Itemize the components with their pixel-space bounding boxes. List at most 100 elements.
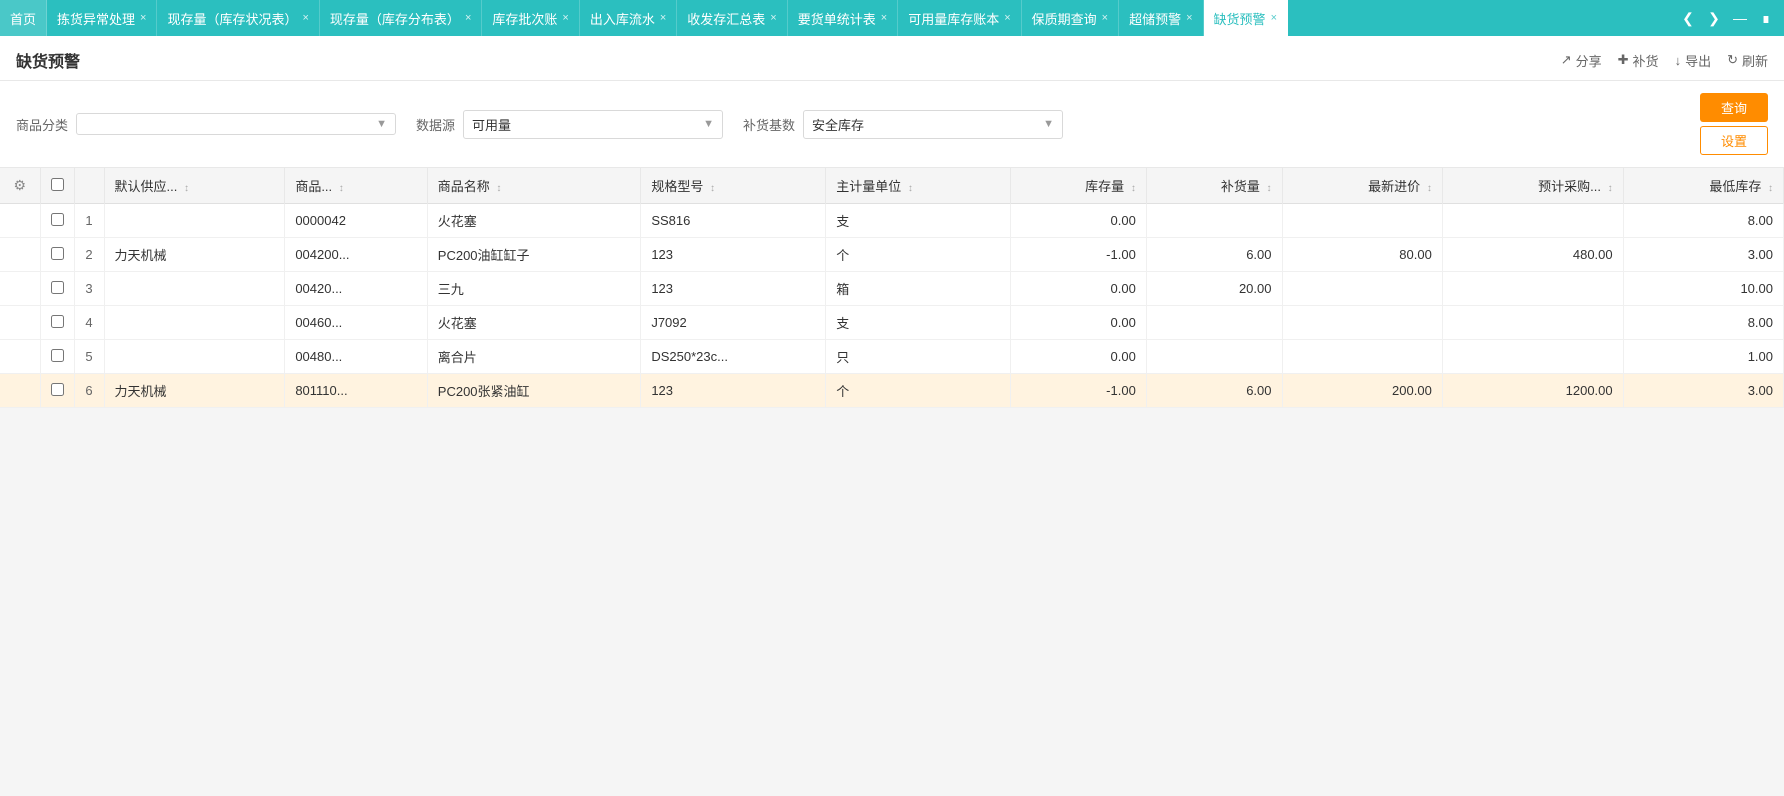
datasource-arrow-icon: ▼ [703,118,714,130]
table-row: 1 0000042 火花塞 SS816 支 0.00 8.00 [0,204,1784,238]
column-unit[interactable]: 主计量单位 ↕ [826,168,1011,204]
datasource-filter-group: 数据源 可用量 ▼ [416,110,723,139]
filter-bar: 商品分类 ▼ 数据源 可用量 ▼ 补货基数 安全库存 ▼ 查询 设置 [0,81,1784,168]
row-checkbox-cell[interactable] [40,204,74,238]
query-button[interactable]: 查询 [1700,93,1768,122]
close-tab-icon[interactable]: × [1186,12,1192,24]
row-est-purchase [1442,272,1623,306]
filter-actions: 查询 设置 [1700,93,1768,155]
col-est-purchase-label: 预计采购... [1538,179,1601,194]
close-tab-icon[interactable]: × [302,12,308,24]
settings-button[interactable]: 设置 [1700,126,1768,155]
row-number: 5 [74,340,104,374]
gear-icon[interactable]: ⚙ [13,177,26,193]
row-checkbox-cell[interactable] [40,306,74,340]
col-product-code-label: 商品... [295,179,332,194]
row-checkbox[interactable] [51,213,64,226]
nav-tab-inventory-status[interactable]: 现存量（库存状况表）× [157,0,319,36]
column-checkbox-all[interactable] [40,168,74,204]
table-header-row: ⚙ 默认供应... ↕ 商品... ↕ 商品名称 [0,168,1784,204]
close-tab-icon[interactable]: × [562,12,568,24]
column-product-name[interactable]: 商品名称 ↕ [427,168,641,204]
row-latest-price: 80.00 [1282,238,1442,272]
nav-next-button[interactable]: ❯ [1702,6,1726,30]
row-checkbox-cell[interactable] [40,238,74,272]
row-checkbox[interactable] [51,247,64,260]
select-all-checkbox[interactable] [51,178,64,191]
row-checkbox-cell[interactable] [40,272,74,306]
close-tab-icon[interactable]: × [1004,12,1010,24]
column-stock[interactable]: 库存量 ↕ [1011,168,1147,204]
nav-tab-abnormal[interactable]: 拣货异常处理× [47,0,157,36]
nav-tab-collect-summary[interactable]: 收发存汇总表× [677,0,787,36]
row-latest-price: 200.00 [1282,374,1442,408]
column-settings[interactable]: ⚙ [0,168,40,204]
row-replenish-qty [1146,306,1282,340]
row-unit: 支 [826,204,1011,238]
nav-tab-home[interactable]: 首页 [0,0,47,36]
column-latest-price[interactable]: 最新进价 ↕ [1282,168,1442,204]
column-default-supplier[interactable]: 默认供应... ↕ [104,168,285,204]
column-spec[interactable]: 规格型号 ↕ [641,168,826,204]
row-checkbox-cell[interactable] [40,340,74,374]
row-replenish-qty [1146,340,1282,374]
sort-latest-price-icon: ↕ [1427,183,1432,194]
row-unit: 箱 [826,272,1011,306]
column-min-stock[interactable]: 最低库存 ↕ [1623,168,1783,204]
col-product-name-label: 商品名称 [438,179,490,194]
nav-tab-expiry[interactable]: 保质期查询× [1022,0,1119,36]
nav-maximize-button[interactable]: ∎ [1754,6,1778,30]
refresh-button[interactable]: ↻ 刷新 [1727,51,1768,70]
replenish-icon: ✚ [1618,52,1629,68]
export-button[interactable]: ↓ 导出 [1675,51,1712,70]
nav-tab-order-stats[interactable]: 要货单统计表× [788,0,898,36]
close-tab-icon[interactable]: × [660,12,666,24]
nav-tab-inout-flow[interactable]: 出入库流水× [580,0,677,36]
share-icon: ↗ [1561,52,1572,68]
main-content: 缺货预警 ↗ 分享 ✚ 补货 ↓ 导出 ↻ 刷新 商品分类 [0,36,1784,408]
column-product-code[interactable]: 商品... ↕ [285,168,427,204]
category-select[interactable]: ▼ [76,113,396,135]
row-checkbox-cell[interactable] [40,374,74,408]
nav-minimize-button[interactable]: — [1728,6,1752,30]
sort-product-name-icon: ↕ [496,183,501,194]
nav-tab-available-ledger[interactable]: 可用量库存账本× [898,0,1021,36]
refresh-label: 刷新 [1742,51,1768,70]
close-tab-icon[interactable]: × [140,12,146,24]
close-tab-icon[interactable]: × [770,12,776,24]
row-number: 2 [74,238,104,272]
datasource-select[interactable]: 可用量 ▼ [463,110,723,139]
close-tab-icon[interactable]: × [465,12,471,24]
replenish-base-select[interactable]: 安全库存 ▼ [803,110,1063,139]
category-label: 商品分类 [16,115,68,134]
nav-prev-button[interactable]: ❮ [1676,6,1700,30]
replenish-base-filter-group: 补货基数 安全库存 ▼ [743,110,1063,139]
row-min-stock: 8.00 [1623,204,1783,238]
share-button[interactable]: ↗ 分享 [1561,51,1602,70]
row-checkbox[interactable] [51,281,64,294]
nav-tab-shortage[interactable]: 缺货预警× [1204,0,1288,36]
row-est-purchase [1442,204,1623,238]
replenish-button[interactable]: ✚ 补货 [1618,51,1659,70]
close-tab-icon[interactable]: × [1271,12,1277,24]
nav-tab-overstock[interactable]: 超储预警× [1119,0,1203,36]
nav-tab-batch[interactable]: 库存批次账× [482,0,579,36]
row-min-stock: 8.00 [1623,306,1783,340]
page-title: 缺货预警 [16,48,80,72]
row-default-supplier: 力天机械 [104,238,285,272]
column-replenish-qty[interactable]: 补货量 ↕ [1146,168,1282,204]
close-tab-icon[interactable]: × [881,12,887,24]
row-product-code: 004200... [285,238,427,272]
close-tab-icon[interactable]: × [1102,12,1108,24]
row-checkbox[interactable] [51,315,64,328]
row-checkbox[interactable] [51,349,64,362]
row-checkbox[interactable] [51,383,64,396]
row-est-purchase: 480.00 [1442,238,1623,272]
column-est-purchase[interactable]: 预计采购... ↕ [1442,168,1623,204]
header-actions: ↗ 分享 ✚ 补货 ↓ 导出 ↻ 刷新 [1561,51,1768,70]
export-label: 导出 [1685,51,1711,70]
row-spec: 123 [641,374,826,408]
row-product-code: 00480... [285,340,427,374]
nav-tab-inventory-dist[interactable]: 现存量（库存分布表）× [320,0,482,36]
row-replenish-qty: 6.00 [1146,374,1282,408]
